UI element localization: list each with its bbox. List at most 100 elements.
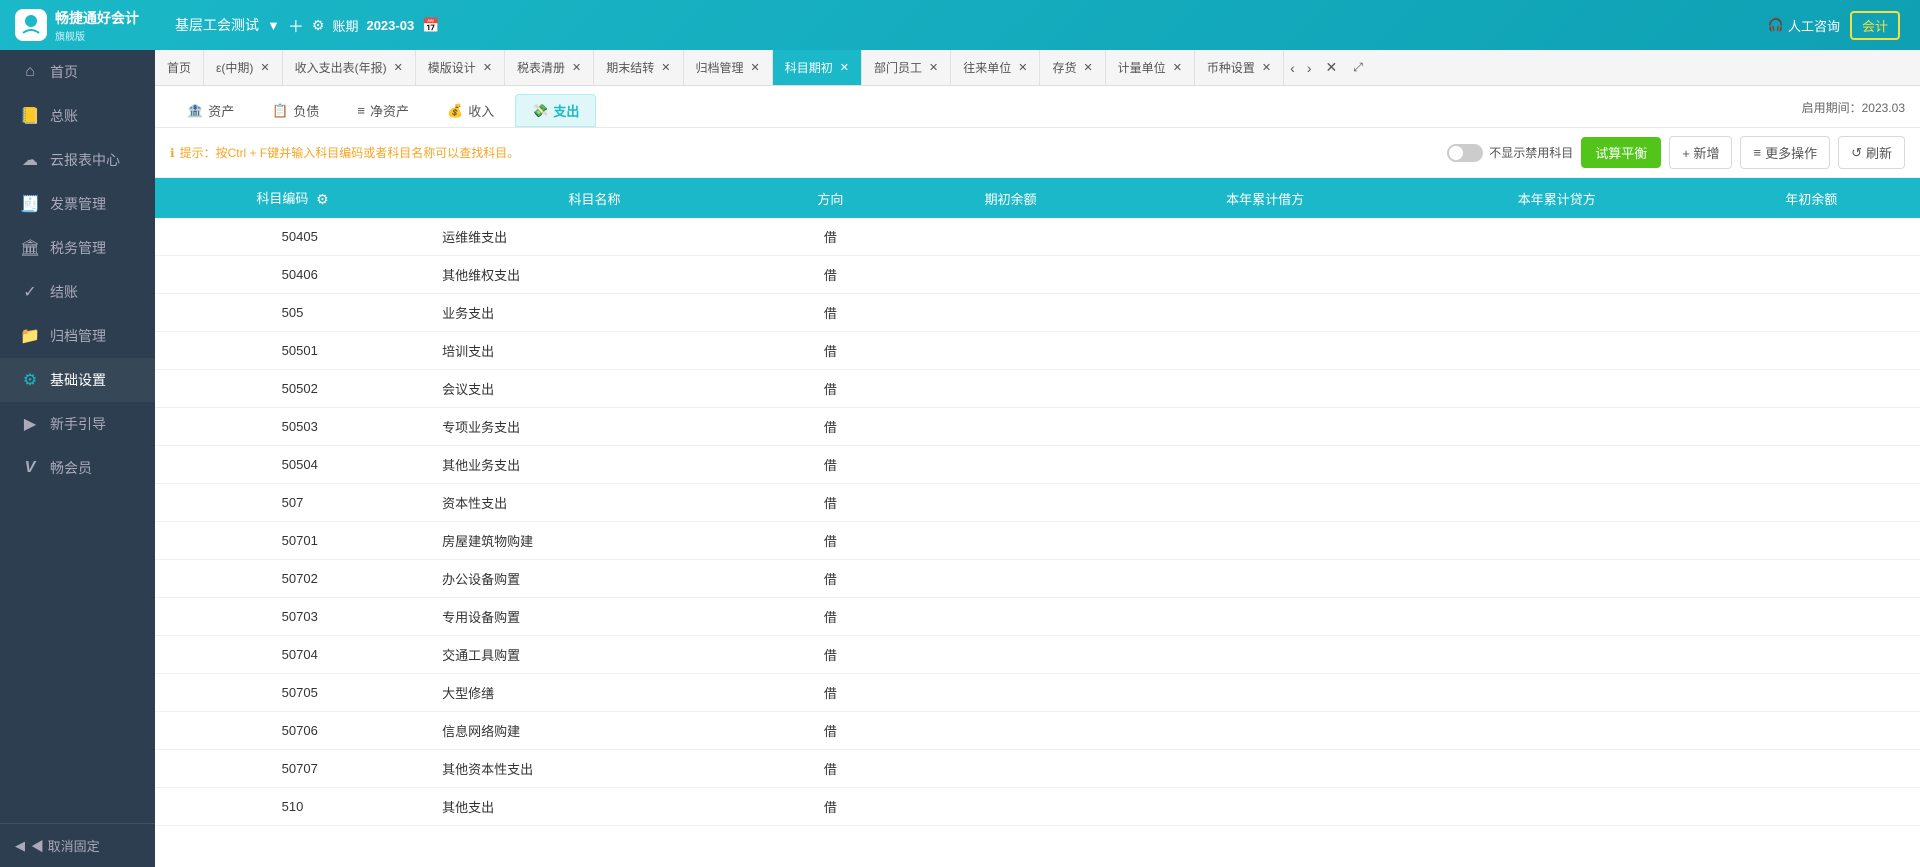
expenditure-icon: 💸	[532, 103, 548, 119]
tab-expand[interactable]: ⤢	[1345, 50, 1371, 85]
content-area: 首页 ε(中期) ✕ 收入支出表(年报) ✕ 模版设计 ✕ 税表清册 ✕ 期末结…	[155, 50, 1920, 867]
tab-nav-next[interactable]: ›	[1301, 50, 1318, 85]
table-row[interactable]: 505 业务支出 借	[155, 294, 1920, 332]
cell-opening	[902, 294, 1119, 332]
sidebar-item-archive[interactable]: 📁 归档管理	[0, 314, 155, 358]
sidebar-item-settings[interactable]: ⚙ 基础设置	[0, 358, 155, 402]
tab-close-all[interactable]: ✕	[1317, 50, 1345, 85]
tab-mid-close[interactable]: ✕	[260, 61, 269, 74]
cell-ytd-debit	[1119, 560, 1411, 598]
tab-archive-close[interactable]: ✕	[751, 61, 760, 74]
app-name: 畅捷通好会计	[55, 8, 139, 28]
sidebar-item-tax[interactable]: 🏛 税务管理	[0, 226, 155, 270]
sidebar-label-guide: 新手引导	[50, 414, 106, 434]
tab-period-end[interactable]: 期末结转 ✕	[594, 50, 683, 85]
sub-tab-liability[interactable]: 📋 负债	[255, 94, 336, 127]
calendar-icon[interactable]: 📅	[422, 17, 439, 34]
tab-tax[interactable]: 税表清册 ✕	[505, 50, 594, 85]
tab-department-close[interactable]: ✕	[929, 61, 938, 74]
tab-template-close[interactable]: ✕	[483, 61, 492, 74]
table-row[interactable]: 50701 房屋建筑物购建 借	[155, 522, 1920, 560]
refresh-button[interactable]: ↺ 刷新	[1838, 136, 1905, 169]
tab-tax-close[interactable]: ✕	[572, 61, 581, 74]
tab-archive[interactable]: 归档管理 ✕	[684, 50, 773, 85]
tab-home[interactable]: 首页	[155, 50, 204, 85]
cell-direction: 借	[759, 256, 902, 294]
sidebar-item-cloud-report[interactable]: ☁ 云报表中心	[0, 138, 155, 182]
company-dropdown[interactable]: ▼	[267, 18, 280, 33]
cell-year-start	[1703, 218, 1920, 256]
table-row[interactable]: 50704 交通工具购置 借	[155, 636, 1920, 674]
sidebar-item-checkout[interactable]: ✓ 结账	[0, 270, 155, 314]
cell-opening	[902, 484, 1119, 522]
tab-currency-close[interactable]: ✕	[1262, 61, 1271, 74]
tab-template[interactable]: 模版设计 ✕	[416, 50, 505, 85]
table-row[interactable]: 50703 专用设备购置 借	[155, 598, 1920, 636]
tab-period-end-close[interactable]: ✕	[661, 61, 670, 74]
cell-ytd-credit	[1411, 256, 1703, 294]
sidebar-item-home[interactable]: ⌂ 首页	[0, 50, 155, 94]
tab-counterpart-close[interactable]: ✕	[1018, 61, 1027, 74]
sub-tab-income[interactable]: 💰 收入	[430, 94, 511, 127]
home-icon: ⌂	[20, 63, 40, 81]
tab-inventory[interactable]: 存货 ✕	[1040, 50, 1105, 85]
account-button[interactable]: 会计	[1850, 11, 1900, 40]
cell-name: 运维维支出	[430, 218, 759, 256]
table-row[interactable]: 50503 专项业务支出 借	[155, 408, 1920, 446]
tab-nav-prev[interactable]: ‹	[1284, 50, 1301, 85]
tab-mid[interactable]: ε(中期) ✕	[204, 50, 283, 85]
customer-service-button[interactable]: 🎧 人工咨询	[1768, 16, 1840, 35]
logo-area: 畅捷通好会计 旗舰版	[10, 8, 165, 43]
cell-year-start	[1703, 560, 1920, 598]
sidebar-item-invoice[interactable]: 🧾 发票管理	[0, 182, 155, 226]
sub-tab-asset[interactable]: 🏦 资产	[170, 94, 251, 127]
cell-direction: 借	[759, 788, 902, 826]
company-name: 基层工会测试	[175, 15, 259, 35]
more-button[interactable]: ≡ 更多操作	[1740, 136, 1830, 169]
tab-currency[interactable]: 币种设置 ✕	[1195, 50, 1284, 85]
tab-department[interactable]: 部门员工 ✕	[862, 50, 951, 85]
table-row[interactable]: 50406 其他维权支出 借	[155, 256, 1920, 294]
add-button[interactable]: + 新增	[1669, 136, 1732, 169]
tab-subject-init-close[interactable]: ✕	[840, 61, 849, 74]
calc-balance-button[interactable]: 试算平衡	[1581, 137, 1661, 168]
sidebar-item-member[interactable]: V 畅会员	[0, 446, 155, 490]
table-row[interactable]: 510 其他支出 借	[155, 788, 1920, 826]
tab-counterpart[interactable]: 往来单位 ✕	[951, 50, 1040, 85]
cell-year-start	[1703, 522, 1920, 560]
logo-icon	[15, 9, 47, 41]
sidebar-item-guide[interactable]: ▶ 新手引导	[0, 402, 155, 446]
toolbar-hint: ℹ 提示：按Ctrl + F键并输入科目编码或者科目名称可以查找科目。	[170, 144, 1431, 161]
table-row[interactable]: 50707 其他资本性支出 借	[155, 750, 1920, 788]
tab-subject-init[interactable]: 科目期初 ✕	[773, 50, 862, 85]
ledger-icon: 📒	[20, 106, 40, 126]
tab-income[interactable]: 收入支出表(年报) ✕	[283, 50, 416, 85]
table-row[interactable]: 507 资本性支出 借	[155, 484, 1920, 522]
sub-tab-expenditure[interactable]: 💸 支出	[515, 94, 596, 127]
sidebar-collapse-button[interactable]: ◀ ◀ 取消固定	[0, 823, 155, 867]
tab-unit[interactable]: 计量单位 ✕	[1106, 50, 1195, 85]
tab-inventory-close[interactable]: ✕	[1083, 61, 1092, 74]
sidebar-item-ledger[interactable]: 📒 总账	[0, 94, 155, 138]
cell-opening	[902, 598, 1119, 636]
tab-unit-close[interactable]: ✕	[1173, 61, 1182, 74]
cell-direction: 借	[759, 522, 902, 560]
table-row[interactable]: 50501 培训支出 借	[155, 332, 1920, 370]
cell-code: 50406	[155, 256, 430, 294]
add-company-button[interactable]: ＋	[288, 13, 304, 37]
settings-icon[interactable]: ⚙	[312, 17, 325, 34]
table-row[interactable]: 50705 大型修缮 借	[155, 674, 1920, 712]
table-row[interactable]: 50504 其他业务支出 借	[155, 446, 1920, 484]
cell-year-start	[1703, 370, 1920, 408]
cell-year-start	[1703, 636, 1920, 674]
table-row[interactable]: 50502 会议支出 借	[155, 370, 1920, 408]
cell-opening	[902, 370, 1119, 408]
toggle-disabled-subjects[interactable]	[1447, 144, 1483, 162]
header-middle: 基层工会测试 ▼ ＋ ⚙ 账期 2023-03 📅	[165, 13, 1768, 37]
table-row[interactable]: 50405 运维维支出 借	[155, 218, 1920, 256]
table-row[interactable]: 50706 信息网络购建 借	[155, 712, 1920, 750]
tab-income-close[interactable]: ✕	[394, 61, 403, 74]
table-row[interactable]: 50702 办公设备购置 借	[155, 560, 1920, 598]
sub-tab-net-asset[interactable]: ≡ 净资产	[340, 94, 426, 127]
col-settings-icon[interactable]: ⚙	[316, 191, 329, 207]
